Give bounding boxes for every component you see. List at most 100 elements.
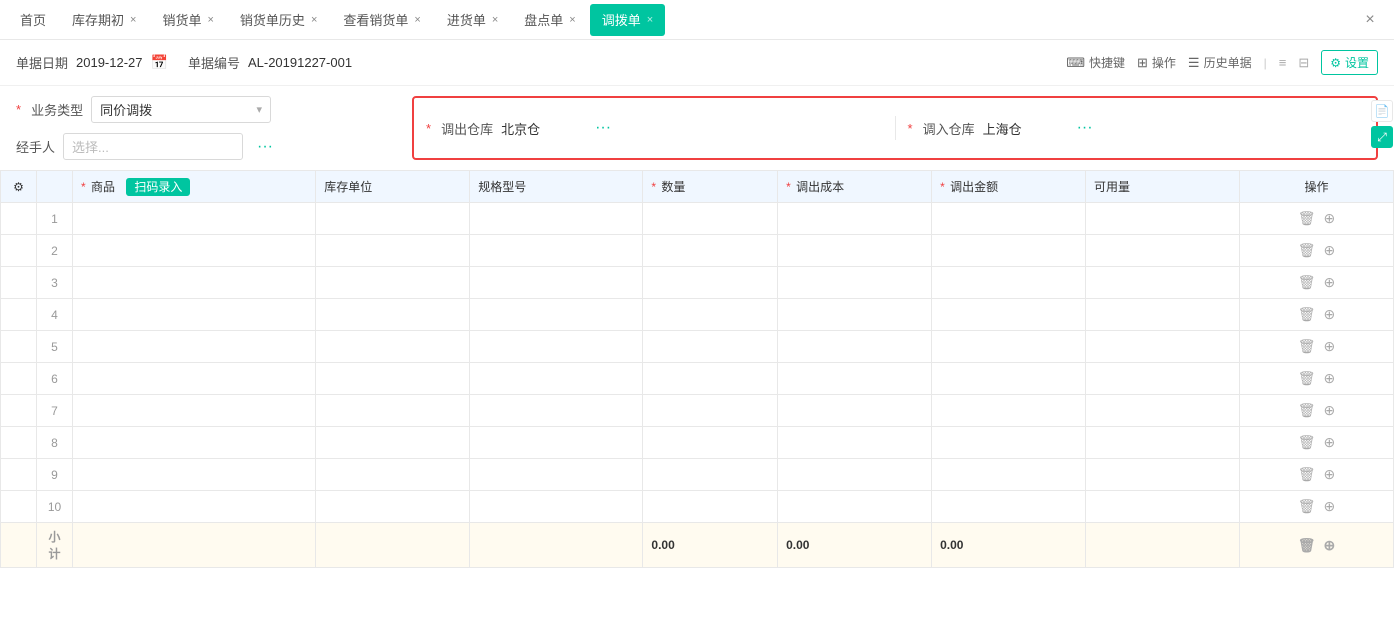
th-actions: 操作: [1239, 171, 1393, 203]
row-product-cell[interactable]: [73, 267, 316, 299]
row-cost-cell[interactable]: [778, 235, 932, 267]
row-qty-cell[interactable]: [643, 299, 778, 331]
row-qty-cell[interactable]: [643, 459, 778, 491]
row-product-cell[interactable]: [73, 235, 316, 267]
window-close-button[interactable]: ×: [1354, 4, 1386, 36]
tab-view-sales[interactable]: 查看销货单 ×: [331, 4, 432, 36]
row-amount-cell[interactable]: [932, 427, 1086, 459]
row-spec-cell: [470, 395, 643, 427]
tab-purchase[interactable]: 进货单 ×: [435, 4, 510, 36]
row-qty-cell[interactable]: [643, 395, 778, 427]
row-product-cell[interactable]: [73, 203, 316, 235]
delete-icon[interactable]: 🗑: [1298, 498, 1316, 515]
row-product-cell[interactable]: [73, 331, 316, 363]
layout1-icon[interactable]: ≡: [1279, 55, 1287, 70]
row-qty-cell[interactable]: [643, 427, 778, 459]
operate-button[interactable]: ⊞ 操作: [1137, 54, 1176, 71]
delete-icon[interactable]: 🗑: [1298, 434, 1316, 451]
sidebar-expand-button[interactable]: ⤢: [1371, 126, 1393, 148]
tab-inventory-init[interactable]: 库存期初 ×: [60, 4, 148, 36]
scan-button[interactable]: 扫码录入: [126, 178, 190, 196]
copy-icon[interactable]: ⊕: [1324, 242, 1336, 259]
row-gear-cell: [1, 331, 37, 363]
row-cost-cell[interactable]: [778, 395, 932, 427]
row-cost-cell[interactable]: [778, 203, 932, 235]
row-product-cell[interactable]: [73, 363, 316, 395]
subtotal-cost-cell: 0.00: [778, 523, 932, 568]
row-amount-cell[interactable]: [932, 267, 1086, 299]
subtotal-amount-cell: 0.00: [932, 523, 1086, 568]
tab-sales-history[interactable]: 销货单历史 ×: [228, 4, 329, 36]
warehouse-out-more-button[interactable]: ···: [589, 119, 617, 137]
row-qty-cell[interactable]: [643, 331, 778, 363]
row-product-cell[interactable]: [73, 491, 316, 523]
history-button[interactable]: ☰ 历史单据: [1188, 54, 1252, 71]
copy-icon[interactable]: ⊕: [1324, 498, 1336, 515]
delete-icon[interactable]: 🗑: [1298, 306, 1316, 323]
row-amount-cell[interactable]: [932, 459, 1086, 491]
row-qty-cell[interactable]: [643, 363, 778, 395]
calendar-icon[interactable]: 📅: [151, 54, 168, 71]
delete-icon[interactable]: 🗑: [1298, 274, 1316, 291]
th-gear[interactable]: ⚙: [1, 171, 37, 203]
row-unit-cell: [316, 299, 470, 331]
sidebar-doc-button[interactable]: 📄: [1371, 100, 1393, 122]
business-type-dropdown[interactable]: 同价调拨 ▾: [91, 96, 271, 123]
tab-home[interactable]: 首页: [8, 4, 58, 36]
row-amount-cell[interactable]: [932, 331, 1086, 363]
copy-icon[interactable]: ⊕: [1324, 434, 1336, 451]
row-product-cell[interactable]: [73, 299, 316, 331]
row-qty-cell[interactable]: [643, 235, 778, 267]
row-qty-cell[interactable]: [643, 491, 778, 523]
tab-close-icon[interactable]: ×: [311, 14, 317, 26]
row-amount-cell[interactable]: [932, 235, 1086, 267]
delete-icon[interactable]: 🗑: [1298, 466, 1316, 483]
row-cost-cell[interactable]: [778, 331, 932, 363]
delete-icon[interactable]: 🗑: [1298, 210, 1316, 227]
copy-icon[interactable]: ⊕: [1324, 537, 1336, 554]
copy-icon[interactable]: ⊕: [1324, 370, 1336, 387]
tab-close-icon[interactable]: ×: [647, 14, 653, 26]
handler-dropdown[interactable]: 选择...: [63, 133, 243, 160]
tab-close-icon[interactable]: ×: [414, 14, 420, 26]
tab-transfer[interactable]: 调拨单 ×: [590, 4, 665, 36]
tab-close-icon[interactable]: ×: [207, 14, 213, 26]
row-product-cell[interactable]: [73, 427, 316, 459]
tab-close-icon[interactable]: ×: [492, 14, 498, 26]
delete-icon[interactable]: 🗑: [1298, 537, 1316, 554]
warehouse-in-more-button[interactable]: ···: [1071, 119, 1099, 137]
delete-icon[interactable]: 🗑: [1298, 402, 1316, 419]
row-cost-cell[interactable]: [778, 459, 932, 491]
tab-close-icon[interactable]: ×: [130, 14, 136, 26]
tab-close-icon[interactable]: ×: [569, 14, 575, 26]
delete-icon[interactable]: 🗑: [1298, 242, 1316, 259]
tab-inventory-check[interactable]: 盘点单 ×: [512, 4, 587, 36]
row-product-cell[interactable]: [73, 395, 316, 427]
row-spec-cell: [470, 363, 643, 395]
copy-icon[interactable]: ⊕: [1324, 274, 1336, 291]
row-cost-cell[interactable]: [778, 427, 932, 459]
row-amount-cell[interactable]: [932, 363, 1086, 395]
row-cost-cell[interactable]: [778, 491, 932, 523]
delete-icon[interactable]: 🗑: [1298, 370, 1316, 387]
row-amount-cell[interactable]: [932, 491, 1086, 523]
row-cost-cell[interactable]: [778, 363, 932, 395]
row-amount-cell[interactable]: [932, 203, 1086, 235]
row-qty-cell[interactable]: [643, 203, 778, 235]
row-amount-cell[interactable]: [932, 395, 1086, 427]
row-cost-cell[interactable]: [778, 267, 932, 299]
copy-icon[interactable]: ⊕: [1324, 210, 1336, 227]
copy-icon[interactable]: ⊕: [1324, 306, 1336, 323]
shortcut-button[interactable]: ⌨ 快捷键: [1066, 54, 1125, 71]
row-qty-cell[interactable]: [643, 267, 778, 299]
row-cost-cell[interactable]: [778, 299, 932, 331]
copy-icon[interactable]: ⊕: [1324, 402, 1336, 419]
layout2-icon[interactable]: ⊟: [1298, 55, 1309, 71]
row-product-cell[interactable]: [73, 459, 316, 491]
tab-sales-order[interactable]: 销货单 ×: [150, 4, 225, 36]
copy-icon[interactable]: ⊕: [1324, 466, 1336, 483]
delete-icon[interactable]: 🗑: [1298, 338, 1316, 355]
row-amount-cell[interactable]: [932, 299, 1086, 331]
copy-icon[interactable]: ⊕: [1324, 338, 1336, 355]
handler-more-button[interactable]: ···: [251, 138, 279, 156]
